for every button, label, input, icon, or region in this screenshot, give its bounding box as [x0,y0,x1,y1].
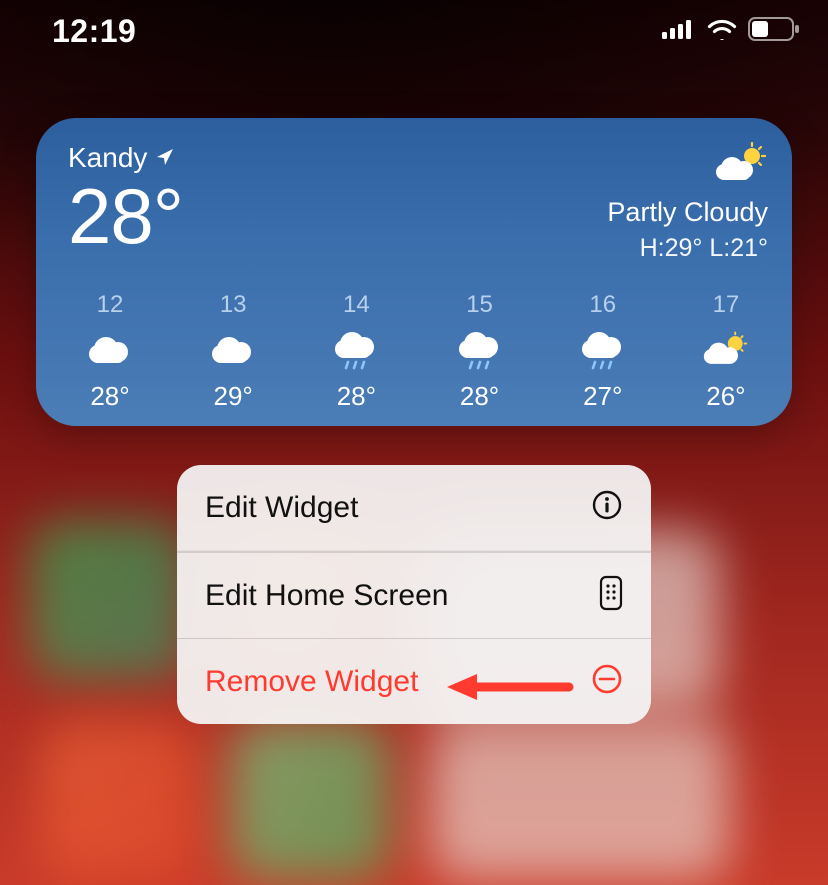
forecast-hour-label: 17 [713,291,740,319]
partly-cloudy-icon [714,142,768,189]
status-time: 12:19 [52,13,136,50]
menu-item-label: Remove Widget [205,665,418,699]
menu-item-remove-widget[interactable]: Remove Widget [177,639,651,724]
menu-item-edit-widget[interactable]: Edit Widget [177,465,651,550]
widget-context-menu: Edit Widget Edit Home Screen Remove Widg… [177,465,651,724]
forecast-hour-label: 16 [589,291,616,319]
forecast-hour-label: 13 [220,291,247,319]
forecast-hour: 16 27° [563,291,643,412]
forecast-hour: 13 29° [193,291,273,412]
weather-widget[interactable]: Kandy 28° [36,118,792,426]
weather-location: Kandy [68,142,183,174]
forecast-hour-label: 14 [343,291,370,319]
info-icon [591,489,623,526]
forecast-hour-temp: 29° [214,381,253,412]
battery-icon [748,17,800,46]
phone-grid-icon [599,575,623,616]
wifi-icon [706,18,738,45]
forecast-hour-temp: 26° [706,381,745,412]
menu-item-label: Edit Widget [205,491,358,525]
forecast-hour-label: 15 [466,291,493,319]
weather-condition: Partly Cloudy [607,197,768,228]
forecast-hour-temp: 27° [583,381,622,412]
forecast-hour-temp: 28° [460,381,499,412]
status-indicators [662,17,800,46]
weather-location-name: Kandy [68,142,147,174]
menu-item-edit-home-screen[interactable]: Edit Home Screen [177,553,651,638]
status-bar: 12:19 [0,0,828,62]
partly-cloudy-icon [702,329,750,371]
cellular-icon [662,19,696,44]
forecast-hour: 12 28° [70,291,150,412]
forecast-hour-label: 12 [97,291,124,319]
hourly-forecast: 12 28° 13 29° 14 28° 15 28° [68,291,768,412]
weather-high-low: H:29° L:21° [607,234,768,263]
weather-temperature: 28° [68,178,183,254]
menu-item-label: Edit Home Screen [205,579,448,613]
cloud-rain-icon [332,329,380,371]
forecast-hour: 17 26° [686,291,766,412]
forecast-hour: 14 28° [316,291,396,412]
location-arrow-icon [155,142,175,174]
forecast-hour: 15 28° [440,291,520,412]
minus-circle-icon [591,663,623,700]
cloud-icon [209,329,257,371]
cloud-rain-icon [456,329,504,371]
cloud-icon [86,329,134,371]
forecast-hour-temp: 28° [90,381,129,412]
annotation-arrow-icon [447,671,577,708]
cloud-rain-icon [579,329,627,371]
forecast-hour-temp: 28° [337,381,376,412]
